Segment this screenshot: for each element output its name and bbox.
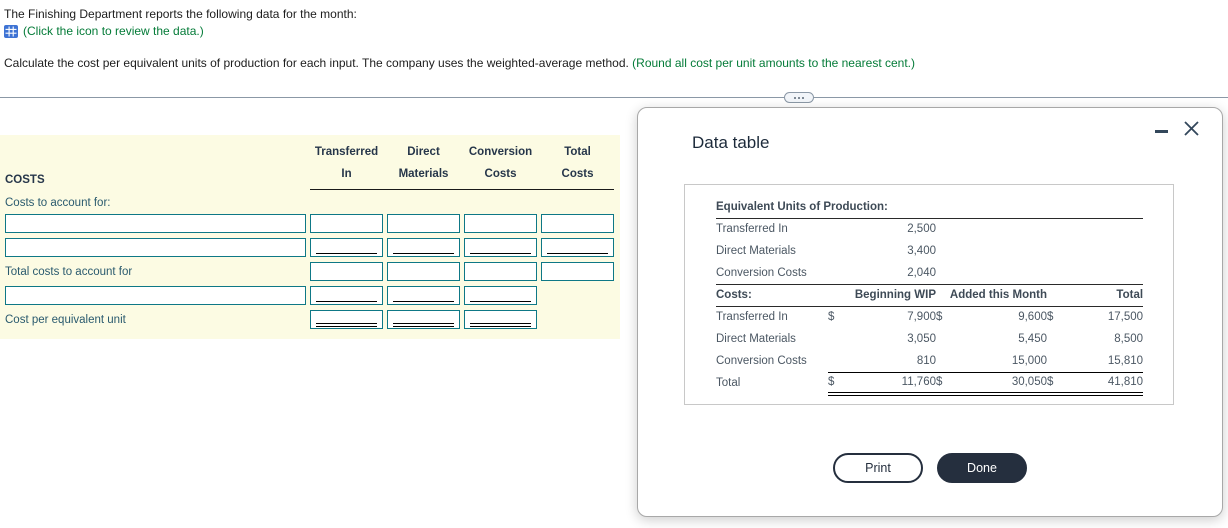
data-table: Equivalent Units of Production: Transfer… xyxy=(716,196,1144,396)
table-row: Transferred In $ 7,900 $ 9,600 $ 17,500 xyxy=(716,311,1144,324)
row2-direct-materials-input[interactable] xyxy=(387,238,460,257)
equiv-units-title-input[interactable] xyxy=(5,286,306,305)
costs-section-title: COSTS xyxy=(5,174,45,186)
total-costs-label: Total costs to account for xyxy=(5,265,133,278)
equiv-units-header: Equivalent Units of Production: xyxy=(716,196,1144,219)
row1-title-input[interactable] xyxy=(5,214,306,233)
table-row: Conversion Costs 2,040 xyxy=(716,262,1144,285)
rounding-note: (Round all cost per unit amounts to the … xyxy=(632,56,915,70)
row1-direct-materials-input[interactable] xyxy=(387,214,460,233)
costs-total-row: Total $ 11,760 $ 30,050 $ 41,810 xyxy=(716,372,1144,396)
row1-transferred-in-input[interactable] xyxy=(310,214,383,233)
cpu-direct-materials-input[interactable] xyxy=(387,310,460,329)
total-transferred-in-input[interactable] xyxy=(310,262,383,281)
cpu-conversion-costs-input[interactable] xyxy=(464,310,537,329)
column-header-direct-materials: Direct Materials xyxy=(398,146,449,180)
table-row: Direct Materials 3,400 xyxy=(716,245,936,257)
col-total: Total xyxy=(1047,284,1144,307)
modal-title: Data table xyxy=(692,133,770,152)
more-options-button[interactable] xyxy=(784,92,814,103)
column-header-total-costs: Total Costs xyxy=(561,146,594,180)
row1-total-input[interactable] xyxy=(541,214,614,233)
costs-row-2 xyxy=(5,238,620,257)
data-table-icon[interactable] xyxy=(4,24,18,38)
equiv-direct-materials-input[interactable] xyxy=(387,286,460,305)
window-controls xyxy=(1155,120,1200,137)
col-beginning-wip: Beginning WIP xyxy=(828,284,936,307)
row2-title-input[interactable] xyxy=(5,238,306,257)
minimize-icon[interactable] xyxy=(1155,130,1168,133)
close-icon[interactable] xyxy=(1183,120,1200,137)
row1-conversion-costs-input[interactable] xyxy=(464,214,537,233)
total-direct-materials-input[interactable] xyxy=(387,262,460,281)
total-total-input[interactable] xyxy=(541,262,614,281)
column-header-conversion-costs: Conversion Costs xyxy=(468,146,533,180)
col-added-this-month: Added this Month xyxy=(936,284,1047,307)
costs-worksheet: COSTS Transferred In Direct Materials Co… xyxy=(0,135,620,339)
equiv-transferred-in-input[interactable] xyxy=(310,286,383,305)
print-button[interactable]: Print xyxy=(833,453,923,483)
equiv-conversion-costs-input[interactable] xyxy=(464,286,537,305)
table-row: Direct Materials 3,050 5,450 8,500 xyxy=(716,333,1144,345)
task-text: Calculate the cost per equivalent units … xyxy=(4,56,633,70)
cpu-transferred-in-input[interactable] xyxy=(310,310,383,329)
row2-transferred-in-input[interactable] xyxy=(310,238,383,257)
cost-per-unit-label: Cost per equivalent unit xyxy=(5,313,126,326)
modal-buttons: Print Done xyxy=(638,453,1222,483)
equiv-units-header-row: Equivalent Units of Production: xyxy=(716,196,1144,219)
data-icon-row: (Click the icon to review the data.) xyxy=(4,24,204,38)
icon-caption: (Click the icon to review the data.) xyxy=(23,24,204,38)
data-table-modal: Data table Equivalent Units of Productio… xyxy=(637,107,1223,517)
costs-header: Costs: xyxy=(716,284,828,307)
total-conversion-costs-input[interactable] xyxy=(464,262,537,281)
problem-statement: The Finishing Department reports the fol… xyxy=(4,7,357,21)
task-statement: Calculate the cost per equivalent units … xyxy=(4,56,915,70)
costs-header-row: Costs: Beginning WIP Added this Month To… xyxy=(716,284,1144,307)
row2-total-input[interactable] xyxy=(541,238,614,257)
costs-to-account-label: Costs to account for: xyxy=(5,197,111,209)
equivalent-units-row xyxy=(5,286,620,305)
table-row: Transferred In 2,500 xyxy=(716,223,936,236)
section-divider xyxy=(0,97,1228,98)
column-header-transferred-in: Transferred In xyxy=(314,146,379,180)
row2-conversion-costs-input[interactable] xyxy=(464,238,537,257)
cost-per-unit-row: Cost per equivalent unit xyxy=(5,310,620,329)
table-row: Conversion Costs 810 15,000 15,810 xyxy=(716,350,1144,373)
costs-row-1 xyxy=(5,214,620,233)
worksheet-column-headers: Transferred In Direct Materials Conversi… xyxy=(310,141,614,190)
total-costs-row: Total costs to account for xyxy=(5,262,620,281)
data-table-panel: Equivalent Units of Production: Transfer… xyxy=(684,184,1174,405)
done-button[interactable]: Done xyxy=(937,453,1027,483)
worksheet-header: COSTS Transferred In Direct Materials Co… xyxy=(5,141,620,190)
